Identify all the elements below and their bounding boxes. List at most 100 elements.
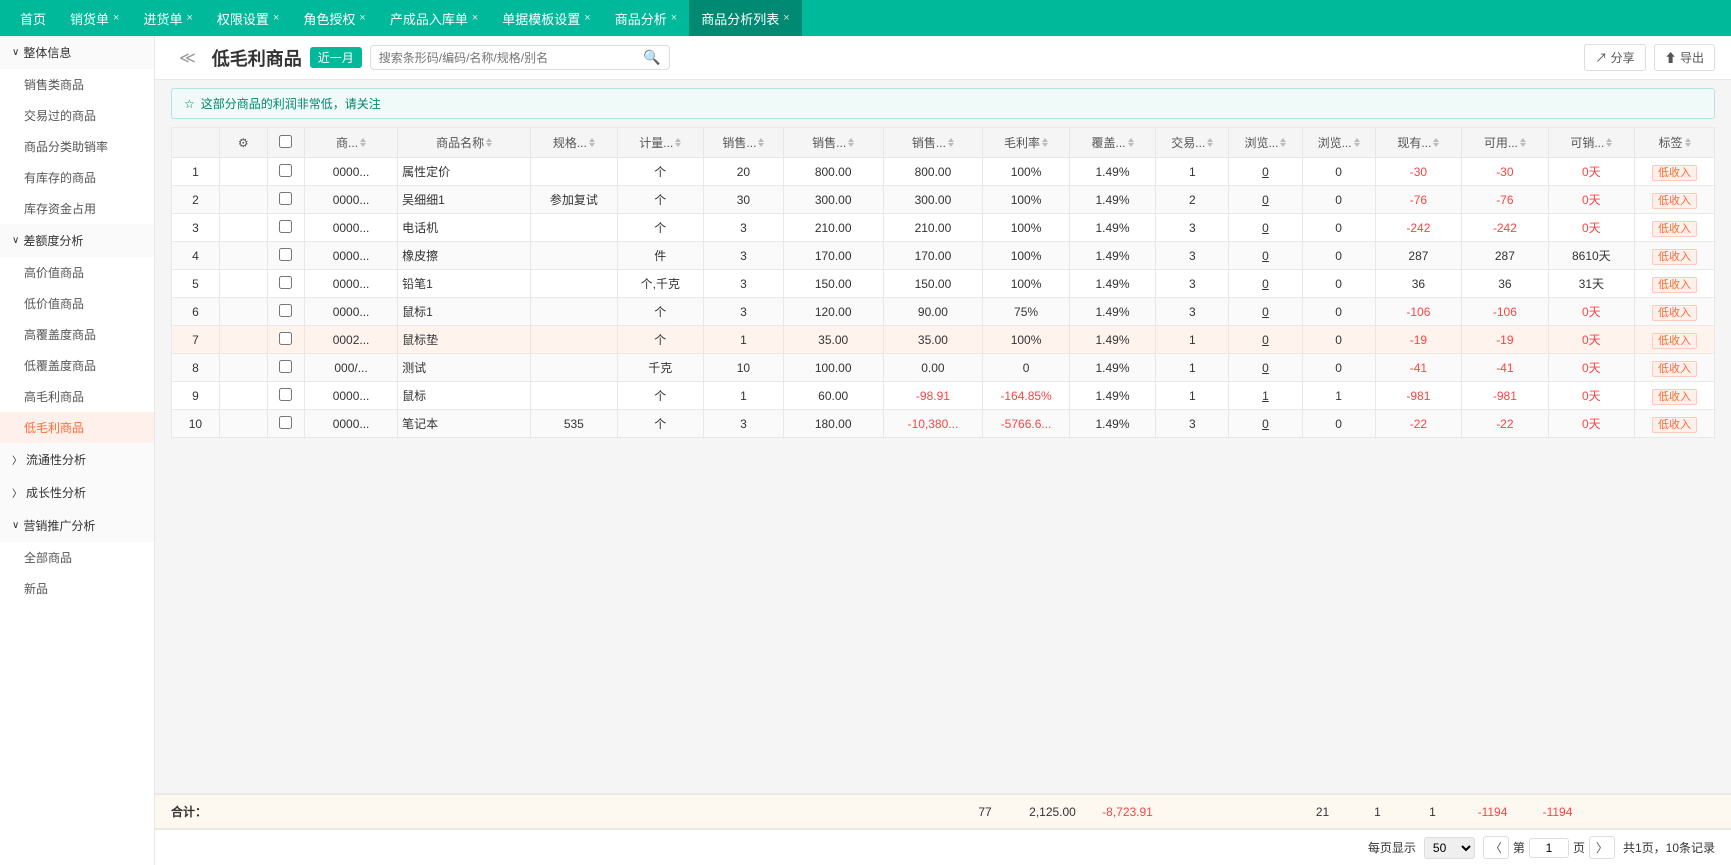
select-all-checkbox[interactable] bbox=[279, 135, 292, 148]
th-saleable-days[interactable]: 可销... bbox=[1548, 128, 1634, 158]
th-gross-margin[interactable]: 毛利率 bbox=[983, 128, 1069, 158]
row-checkbox[interactable] bbox=[267, 326, 304, 354]
th-sales-qty[interactable]: 销售... bbox=[704, 128, 784, 158]
close-icon[interactable]: × bbox=[783, 12, 789, 24]
th-current-stock[interactable]: 现有... bbox=[1375, 128, 1461, 158]
row-view1[interactable]: 0 bbox=[1229, 158, 1302, 186]
search-input[interactable] bbox=[379, 51, 644, 65]
sidebar-item-sales-goods[interactable]: 销售类商品 bbox=[0, 69, 154, 100]
row-coverage: 1.49% bbox=[1069, 242, 1155, 270]
row-checkbox[interactable] bbox=[267, 410, 304, 438]
row-select-checkbox[interactable] bbox=[279, 164, 292, 177]
sidebar-item-high-value[interactable]: 高价值商品 bbox=[0, 257, 154, 288]
row-view1[interactable]: 0 bbox=[1229, 298, 1302, 326]
th-checkbox[interactable] bbox=[267, 128, 304, 158]
row-checkbox[interactable] bbox=[267, 354, 304, 382]
nav-item-sales[interactable]: 销货单 × bbox=[58, 0, 131, 36]
th-code[interactable]: 商... bbox=[304, 128, 397, 158]
sidebar-item-low-value[interactable]: 低价值商品 bbox=[0, 288, 154, 319]
row-select-checkbox[interactable] bbox=[279, 304, 292, 317]
sidebar-item-new-goods[interactable]: 新品 bbox=[0, 573, 154, 604]
sidebar-item-stock-capital[interactable]: 库存资金占用 bbox=[0, 193, 154, 224]
row-checkbox[interactable] bbox=[267, 158, 304, 186]
nav-item-purchase[interactable]: 进货单 × bbox=[131, 0, 204, 36]
row-unit: 千克 bbox=[617, 354, 703, 382]
nav-item-permissions[interactable]: 权限设置 × bbox=[205, 0, 291, 36]
th-view2[interactable]: 浏览... bbox=[1302, 128, 1375, 158]
row-select-checkbox[interactable] bbox=[279, 276, 292, 289]
sidebar-item-all-goods[interactable]: 全部商品 bbox=[0, 542, 154, 573]
per-page-select[interactable]: 50 20 100 bbox=[1424, 837, 1475, 859]
th-unit[interactable]: 计量... bbox=[617, 128, 703, 158]
row-select-checkbox[interactable] bbox=[279, 192, 292, 205]
th-tag[interactable]: 标签 bbox=[1635, 128, 1715, 158]
th-coverage[interactable]: 覆盖... bbox=[1069, 128, 1155, 158]
row-view1[interactable]: 0 bbox=[1229, 214, 1302, 242]
nav-item-home[interactable]: 首页 bbox=[8, 0, 58, 36]
row-view1[interactable]: 0 bbox=[1229, 410, 1302, 438]
row-coverage: 1.49% bbox=[1069, 186, 1155, 214]
sidebar-item-in-stock-goods[interactable]: 有库存的商品 bbox=[0, 162, 154, 193]
sidebar-group-title-growth[interactable]: 〉 成长性分析 bbox=[0, 476, 154, 509]
close-icon[interactable]: × bbox=[671, 12, 677, 24]
sidebar-group-title-marketing[interactable]: ∨ 营销推广分析 bbox=[0, 509, 154, 542]
row-select-checkbox[interactable] bbox=[279, 416, 292, 429]
row-select-checkbox[interactable] bbox=[279, 388, 292, 401]
th-available[interactable]: 可用... bbox=[1462, 128, 1548, 158]
row-checkbox[interactable] bbox=[267, 270, 304, 298]
sidebar-group-title-flow[interactable]: 〉 流通性分析 bbox=[0, 443, 154, 476]
nav-item-template[interactable]: 单据模板设置 × bbox=[490, 0, 602, 36]
th-spec[interactable]: 规格... bbox=[531, 128, 617, 158]
close-icon[interactable]: × bbox=[359, 12, 365, 24]
th-name[interactable]: 商品名称 bbox=[398, 128, 531, 158]
close-icon[interactable]: × bbox=[584, 12, 590, 24]
sidebar-item-low-profit[interactable]: 低毛利商品 bbox=[0, 412, 154, 443]
nav-item-stock[interactable]: 产成品入库单 × bbox=[378, 0, 490, 36]
row-select-checkbox[interactable] bbox=[279, 220, 292, 233]
nav-item-analysis[interactable]: 商品分析 × bbox=[603, 0, 689, 36]
row-view1[interactable]: 0 bbox=[1229, 354, 1302, 382]
th-view1[interactable]: 浏览... bbox=[1229, 128, 1302, 158]
prev-page-button[interactable]: 〈 bbox=[1483, 836, 1509, 859]
row-select-checkbox[interactable] bbox=[279, 332, 292, 345]
export-button[interactable]: ⬆ 导出 bbox=[1654, 44, 1715, 71]
share-button[interactable]: ↗ 分享 bbox=[1584, 44, 1645, 71]
row-tag: 低收入 bbox=[1635, 410, 1715, 438]
close-icon[interactable]: × bbox=[273, 12, 279, 24]
close-icon[interactable]: × bbox=[472, 12, 478, 24]
row-checkbox[interactable] bbox=[267, 382, 304, 410]
row-checkbox[interactable] bbox=[267, 186, 304, 214]
sidebar-item-high-coverage[interactable]: 高覆盖度商品 bbox=[0, 319, 154, 350]
sidebar-group-title-margin[interactable]: ∨ 差额度分析 bbox=[0, 224, 154, 257]
row-checkbox[interactable] bbox=[267, 242, 304, 270]
sidebar-item-category-rate[interactable]: 商品分类助销率 bbox=[0, 131, 154, 162]
close-icon[interactable]: × bbox=[113, 12, 119, 24]
recent-month-badge[interactable]: 近一月 bbox=[310, 47, 362, 68]
row-view1[interactable]: 1 bbox=[1229, 382, 1302, 410]
sidebar-item-traded-goods[interactable]: 交易过的商品 bbox=[0, 100, 154, 131]
page-input[interactable] bbox=[1529, 838, 1569, 858]
row-checkbox[interactable] bbox=[267, 298, 304, 326]
row-spec: 参加复试 bbox=[531, 186, 617, 214]
next-page-button[interactable]: 〉 bbox=[1589, 836, 1615, 859]
sidebar-group-title-overall[interactable]: ∨ 整体信息 bbox=[0, 36, 154, 69]
th-sales-profit[interactable]: 销售... bbox=[883, 128, 983, 158]
row-view1[interactable]: 0 bbox=[1229, 242, 1302, 270]
row-select-checkbox[interactable] bbox=[279, 248, 292, 261]
collapse-sidebar-button[interactable]: ≪ bbox=[171, 48, 204, 68]
th-sales-amount[interactable]: 销售... bbox=[783, 128, 883, 158]
nav-item-analysis-list[interactable]: 商品分析列表 × bbox=[689, 0, 801, 36]
row-select-checkbox[interactable] bbox=[279, 360, 292, 373]
row-number: 6 bbox=[172, 298, 220, 326]
row-view1[interactable]: 0 bbox=[1229, 326, 1302, 354]
th-settings[interactable]: ⚙ bbox=[219, 128, 267, 158]
row-view1[interactable]: 0 bbox=[1229, 186, 1302, 214]
th-trade-count[interactable]: 交易... bbox=[1156, 128, 1229, 158]
close-icon[interactable]: × bbox=[186, 12, 192, 24]
sort-icon bbox=[589, 138, 595, 147]
row-view1[interactable]: 0 bbox=[1229, 270, 1302, 298]
nav-item-roles[interactable]: 角色授权 × bbox=[291, 0, 377, 36]
row-checkbox[interactable] bbox=[267, 214, 304, 242]
sidebar-item-low-coverage[interactable]: 低覆盖度商品 bbox=[0, 350, 154, 381]
sidebar-item-high-profit[interactable]: 高毛利商品 bbox=[0, 381, 154, 412]
